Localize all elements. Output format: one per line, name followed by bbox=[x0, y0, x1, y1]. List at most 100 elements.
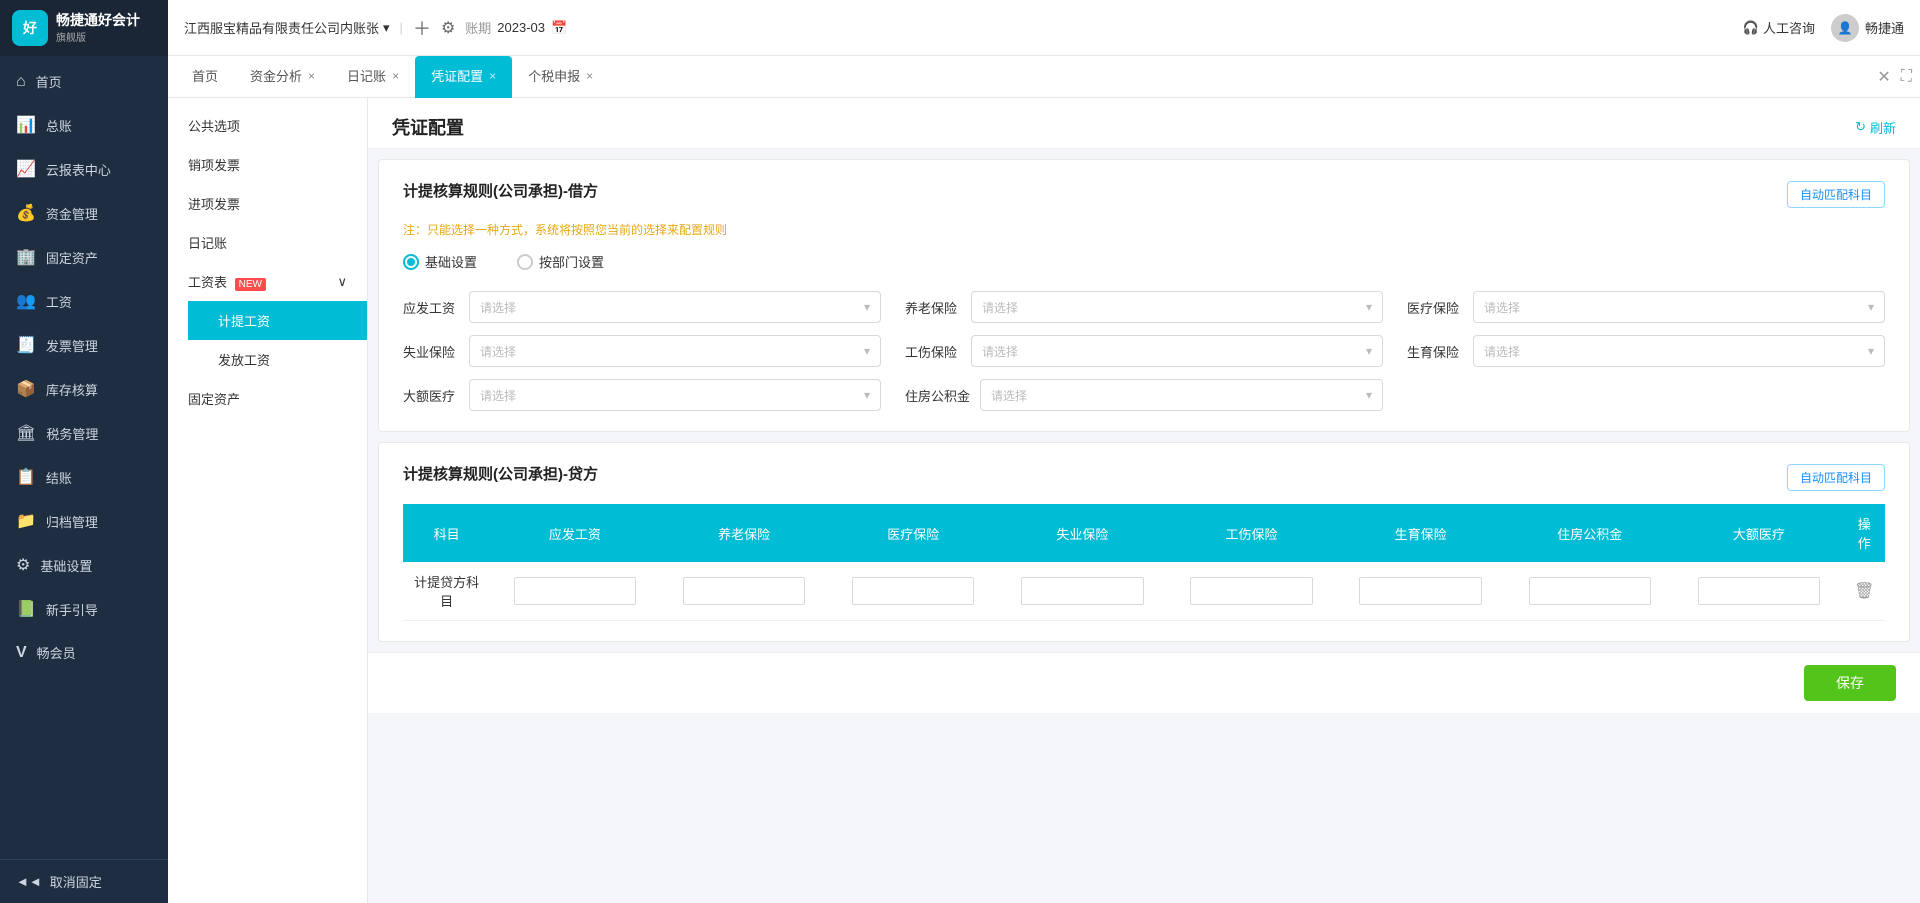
app-logo-icon: 好 bbox=[12, 10, 48, 46]
select-injury[interactable]: 请选择 ▾ bbox=[971, 335, 1383, 367]
chevron-down-icon: ▾ bbox=[1366, 388, 1372, 402]
sidebar-item-salary[interactable]: 👥 工资 bbox=[0, 279, 168, 323]
label-unemployment: 失业保险 bbox=[403, 342, 459, 361]
salary-icon: 👥 bbox=[16, 291, 36, 311]
service-button[interactable]: 🎧 人工咨询 bbox=[1743, 18, 1815, 37]
gear-icon[interactable]: ⚙ bbox=[441, 18, 455, 38]
select-medical[interactable]: 请选择 ▾ bbox=[1473, 291, 1885, 323]
delete-row-button[interactable]: 🗑 bbox=[1854, 583, 1874, 600]
label-wage: 应发工资 bbox=[403, 298, 459, 317]
company-selector[interactable]: 江西服宝精品有限责任公司内账张 ▾ bbox=[184, 18, 390, 37]
td-pension bbox=[660, 562, 829, 621]
maximize-icon[interactable]: ⛶ bbox=[1901, 68, 1912, 86]
chevron-down-icon: ▾ bbox=[1868, 344, 1874, 358]
td-unemployment bbox=[998, 562, 1167, 621]
input-pension[interactable] bbox=[683, 577, 806, 605]
save-bar: 保存 bbox=[368, 652, 1920, 713]
cancel-fixed-button[interactable]: ◄◄ 取消固定 bbox=[0, 859, 168, 903]
refresh-icon: ↻ bbox=[1855, 119, 1866, 135]
user-menu[interactable]: 👤 畅捷通 bbox=[1831, 14, 1904, 42]
debit-section-note: 注：只能选择一种方式，系统将按照您当前的选择来配置规则 bbox=[403, 221, 1885, 238]
select-housing[interactable]: 请选择 ▾ bbox=[980, 379, 1383, 411]
pin-icon: ◄◄ bbox=[16, 874, 42, 889]
nav-item-public[interactable]: 公共选项 bbox=[168, 106, 367, 145]
debit-auto-match-button[interactable]: 自动匹配科目 bbox=[1787, 181, 1885, 208]
page-content: 公共选项 销项发票 进项发票 日记账 工资表 NEW ∨ 计提工资 bbox=[168, 98, 1920, 903]
select-pension[interactable]: 请选择 ▾ bbox=[971, 291, 1383, 323]
input-critical[interactable] bbox=[1698, 577, 1821, 605]
input-medical[interactable] bbox=[852, 577, 975, 605]
select-maternity[interactable]: 请选择 ▾ bbox=[1473, 335, 1885, 367]
sidebar-item-home[interactable]: ⌂ 首页 bbox=[0, 60, 168, 103]
tab-tax[interactable]: 个税申报 × bbox=[512, 56, 609, 98]
period-selector[interactable]: 账期 2023-03 📅 bbox=[465, 18, 567, 37]
debit-section-title: 计提核算规则(公司承担)-借方 bbox=[403, 180, 598, 201]
archive-icon: 📁 bbox=[16, 511, 36, 531]
tab-tax-close[interactable]: × bbox=[586, 69, 593, 83]
form-item-unemployment: 失业保险 请选择 ▾ bbox=[403, 335, 881, 367]
app-edition: 旗舰版 bbox=[56, 29, 140, 44]
input-maternity[interactable] bbox=[1359, 577, 1482, 605]
tab-voucher-close[interactable]: × bbox=[489, 69, 496, 83]
tab-home-label: 首页 bbox=[192, 66, 218, 85]
nav-item-sales-invoice[interactable]: 销项发票 bbox=[168, 145, 367, 184]
save-button[interactable]: 保存 bbox=[1804, 665, 1896, 701]
form-item-medical: 医疗保险 请选择 ▾ bbox=[1407, 291, 1885, 323]
radio-dept-label: 按部门设置 bbox=[539, 252, 604, 271]
tab-journal-close[interactable]: × bbox=[392, 69, 399, 83]
nav-item-salary-table[interactable]: 工资表 NEW ∨ bbox=[168, 262, 367, 301]
nav-item-purchase-invoice[interactable]: 进项发票 bbox=[168, 184, 367, 223]
tab-voucher-config[interactable]: 凭证配置 × bbox=[415, 56, 512, 98]
input-wage[interactable] bbox=[514, 577, 637, 605]
chevron-down-icon: ▾ bbox=[864, 388, 870, 402]
select-wage[interactable]: 请选择 ▾ bbox=[469, 291, 881, 323]
input-housing[interactable] bbox=[1529, 577, 1652, 605]
radio-dept-circle bbox=[517, 254, 533, 270]
radio-basic-label: 基础设置 bbox=[425, 252, 477, 271]
sidebar-item-tax[interactable]: 🏛 税务管理 bbox=[0, 411, 168, 455]
select-wage-placeholder: 请选择 bbox=[480, 299, 516, 316]
sidebar-item-assets[interactable]: 🏢 固定资产 bbox=[0, 235, 168, 279]
select-housing-placeholder: 请选择 bbox=[991, 387, 1027, 404]
refresh-button[interactable]: ↻ 刷新 bbox=[1855, 118, 1896, 137]
tab-journal-label: 日记账 bbox=[347, 66, 386, 85]
debit-section: 计提核算规则(公司承担)-借方 自动匹配科目 注：只能选择一种方式，系统将按照您… bbox=[378, 159, 1910, 432]
close-window-icon[interactable]: ✕ bbox=[1877, 67, 1890, 87]
nav-accrue-label: 计提工资 bbox=[218, 314, 270, 329]
nav-item-accrue-salary[interactable]: 计提工资 bbox=[188, 301, 367, 340]
nav-salary-table-label: 工资表 bbox=[188, 275, 227, 290]
sidebar-item-inventory[interactable]: 📦 库存核算 bbox=[0, 367, 168, 411]
tab-fund-close[interactable]: × bbox=[308, 69, 315, 83]
th-critical: 大额医疗 bbox=[1674, 504, 1843, 562]
select-critical[interactable]: 请选择 ▾ bbox=[469, 379, 881, 411]
td-row-label: 计提贷方科目 bbox=[403, 562, 490, 621]
sidebar-item-guide[interactable]: 📗 新手引导 bbox=[0, 587, 168, 631]
credit-auto-match-button[interactable]: 自动匹配科目 bbox=[1787, 464, 1885, 491]
chevron-down-icon: ▾ bbox=[383, 20, 390, 36]
sidebar-item-ledger[interactable]: 📊 总账 bbox=[0, 103, 168, 147]
add-icon[interactable]: ＋ bbox=[413, 15, 431, 41]
sidebar-item-settle[interactable]: 📋 结账 bbox=[0, 455, 168, 499]
radio-department[interactable]: 按部门设置 bbox=[517, 252, 604, 271]
input-unemployment[interactable] bbox=[1021, 577, 1144, 605]
select-unemployment[interactable]: 请选择 ▾ bbox=[469, 335, 881, 367]
guide-icon: 📗 bbox=[16, 599, 36, 619]
nav-item-pay-salary[interactable]: 发放工资 bbox=[188, 340, 367, 379]
sidebar-item-funds[interactable]: 💰 资金管理 bbox=[0, 191, 168, 235]
nav-item-fixed-assets[interactable]: 固定资产 bbox=[168, 379, 367, 418]
sidebar-item-archive[interactable]: 📁 归档管理 bbox=[0, 499, 168, 543]
tab-fund-analysis[interactable]: 资金分析 × bbox=[234, 56, 331, 98]
sidebar-item-reports[interactable]: 📈 云报表中心 bbox=[0, 147, 168, 191]
radio-basic[interactable]: 基础设置 bbox=[403, 252, 477, 271]
settle-icon: 📋 bbox=[16, 467, 36, 487]
funds-icon: 💰 bbox=[16, 203, 36, 223]
tab-home[interactable]: 首页 bbox=[176, 56, 234, 98]
input-injury[interactable] bbox=[1190, 577, 1313, 605]
credit-section-title: 计提核算规则(公司承担)-贷方 bbox=[403, 463, 598, 484]
sidebar-item-vip[interactable]: V 畅会员 bbox=[0, 631, 168, 674]
sidebar-item-invoice[interactable]: 🧾 发票管理 bbox=[0, 323, 168, 367]
sidebar-item-settings[interactable]: ⚙ 基础设置 bbox=[0, 543, 168, 587]
tab-journal[interactable]: 日记账 × bbox=[331, 56, 415, 98]
nav-item-journal[interactable]: 日记账 bbox=[168, 223, 367, 262]
th-subject: 科目 bbox=[403, 504, 490, 562]
